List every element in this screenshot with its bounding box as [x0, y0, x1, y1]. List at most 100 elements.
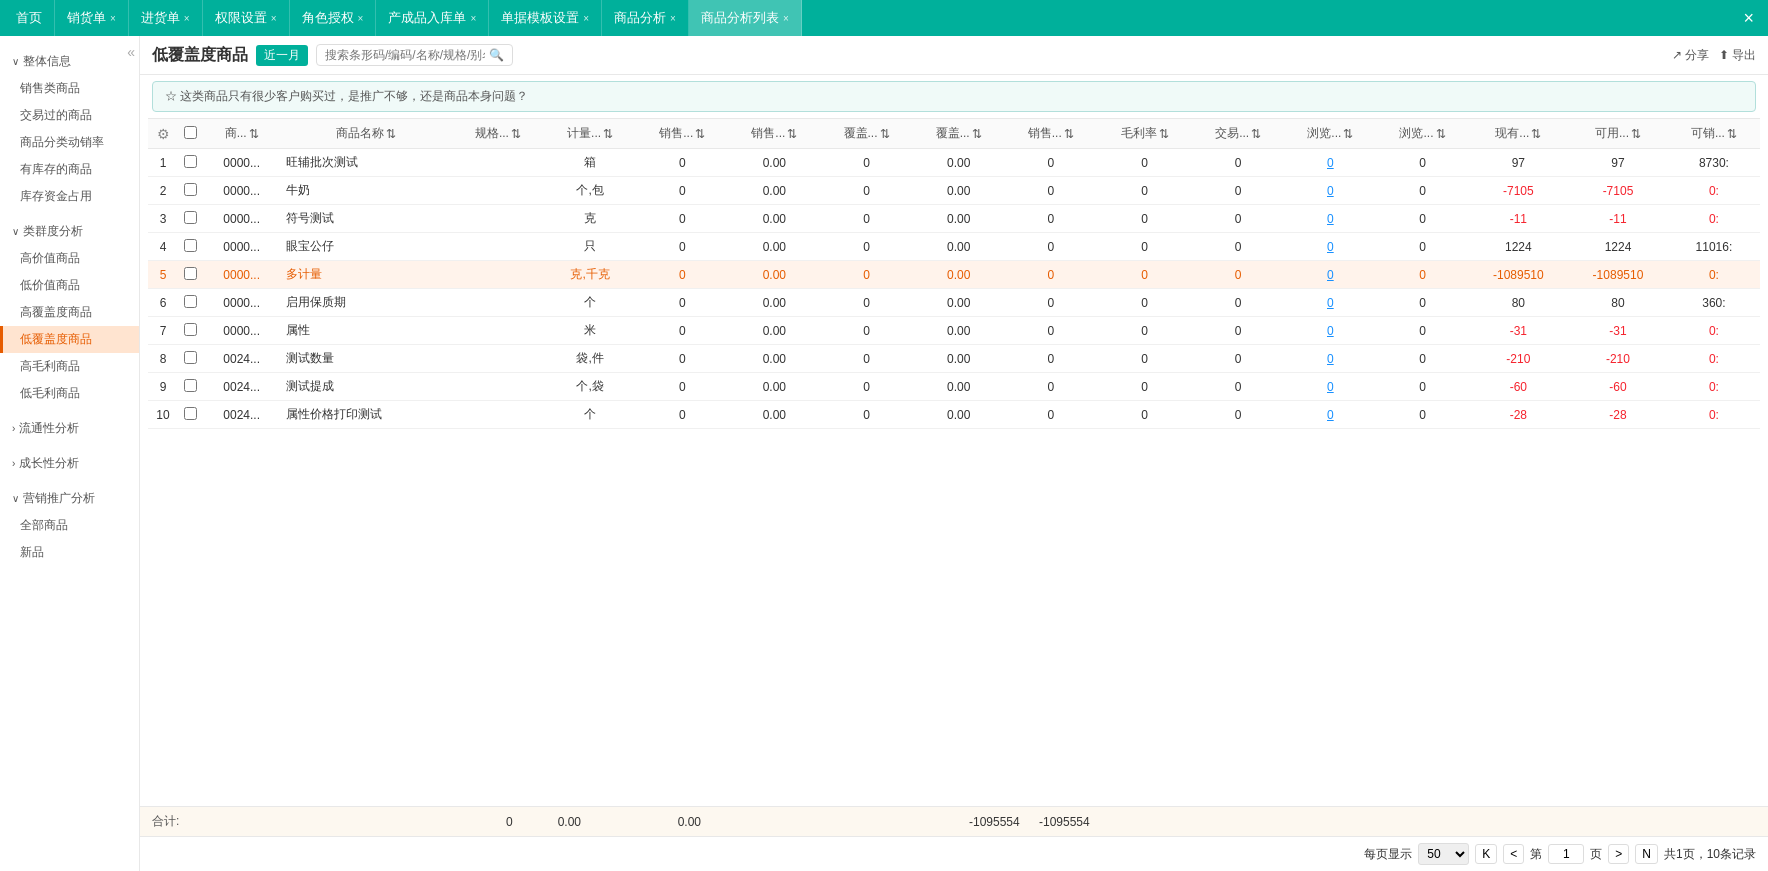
col-saleable[interactable]: 可销... ⇅ — [1668, 119, 1760, 149]
view1-link[interactable]: 0 — [1327, 184, 1334, 198]
sidebar-item-high-coverage[interactable]: 高覆盖度商品 — [0, 299, 139, 326]
sidebar-item-high-profit[interactable]: 高毛利商品 — [0, 353, 139, 380]
close-permission-tab[interactable]: × — [271, 13, 277, 24]
sidebar-item-stocked-goods[interactable]: 有库存的商品 — [0, 156, 139, 183]
cell-view1[interactable]: 0 — [1284, 345, 1376, 373]
nav-tab-sales[interactable]: 销货单 × — [55, 0, 129, 36]
nav-tab-product-in[interactable]: 产成品入库单 × — [376, 0, 489, 36]
sidebar-item-low-value[interactable]: 低价值商品 — [0, 272, 139, 299]
nav-tab-template[interactable]: 单据模板设置 × — [489, 0, 602, 36]
view1-link[interactable]: 0 — [1327, 212, 1334, 226]
nav-tab-role[interactable]: 角色授权 × — [290, 0, 377, 36]
cell-view1[interactable]: 0 — [1284, 149, 1376, 177]
sidebar-item-category-rate[interactable]: 商品分类动销率 — [0, 129, 139, 156]
sidebar-item-traded-goods[interactable]: 交易过的商品 — [0, 102, 139, 129]
search-icon[interactable]: 🔍 — [489, 48, 504, 62]
close-sales-tab[interactable]: × — [110, 13, 116, 24]
cell-view1[interactable]: 0 — [1284, 205, 1376, 233]
close-all-tabs[interactable]: × — [1733, 8, 1764, 29]
row-checkbox[interactable] — [184, 183, 197, 196]
nav-tab-analysis-list[interactable]: 商品分析列表 × — [689, 0, 802, 36]
view1-link[interactable]: 0 — [1327, 240, 1334, 254]
col-unit[interactable]: 计量... ⇅ — [544, 119, 636, 149]
col-settings[interactable]: ⚙ — [148, 119, 178, 149]
cell-saleable: 11016: — [1668, 233, 1760, 261]
export-btn[interactable]: ⬆ 导出 — [1719, 47, 1756, 64]
sidebar-item-low-profit[interactable]: 低毛利商品 — [0, 380, 139, 407]
col-sales-qty[interactable]: 销售... ⇅ — [636, 119, 728, 149]
time-filter-btn[interactable]: 近一月 — [256, 45, 308, 66]
cell-profit-rate: 0 — [1097, 205, 1192, 233]
close-analysis-list-tab[interactable]: × — [783, 13, 789, 24]
cell-view1[interactable]: 0 — [1284, 177, 1376, 205]
sidebar-collapse-btn[interactable]: « — [127, 44, 135, 60]
view1-link[interactable]: 0 — [1327, 324, 1334, 338]
next-page-btn[interactable]: > — [1608, 844, 1629, 864]
col-current[interactable]: 现有... ⇅ — [1469, 119, 1569, 149]
col-view1[interactable]: 浏览... ⇅ — [1284, 119, 1376, 149]
nav-tab-permission[interactable]: 权限设置 × — [203, 0, 290, 36]
nav-tab-product-analysis[interactable]: 商品分析 × — [602, 0, 689, 36]
sidebar-item-sales-goods[interactable]: 销售类商品 — [0, 75, 139, 102]
close-purchase-tab[interactable]: × — [184, 13, 190, 24]
sidebar-item-high-value[interactable]: 高价值商品 — [0, 245, 139, 272]
close-role-tab[interactable]: × — [358, 13, 364, 24]
col-sales-amt[interactable]: 销售... ⇅ — [728, 119, 820, 149]
col-sales3[interactable]: 销售... ⇅ — [1005, 119, 1097, 149]
row-checkbox[interactable] — [184, 239, 197, 252]
row-checkbox[interactable] — [184, 211, 197, 224]
sidebar-item-stock-capital[interactable]: 库存资金占用 — [0, 183, 139, 210]
page-input[interactable] — [1548, 844, 1584, 864]
row-checkbox[interactable] — [184, 323, 197, 336]
row-checkbox[interactable] — [184, 379, 197, 392]
col-profit-rate[interactable]: 毛利率 ⇅ — [1097, 119, 1192, 149]
col-available[interactable]: 可用... ⇅ — [1568, 119, 1668, 149]
cell-view1[interactable]: 0 — [1284, 317, 1376, 345]
col-spec[interactable]: 规格... ⇅ — [452, 119, 544, 149]
row-checkbox[interactable] — [184, 155, 197, 168]
sidebar-section-cluster-title[interactable]: ∨ 类群度分析 — [0, 218, 139, 245]
col-name[interactable]: 商品名称 ⇅ — [280, 119, 452, 149]
view1-link[interactable]: 0 — [1327, 380, 1334, 394]
col-view2[interactable]: 浏览... ⇅ — [1376, 119, 1468, 149]
sort-icon14: ⇅ — [1531, 127, 1541, 141]
view1-link[interactable]: 0 — [1327, 296, 1334, 310]
col-code[interactable]: 商... ⇅ — [203, 119, 280, 149]
cell-view1[interactable]: 0 — [1284, 289, 1376, 317]
sidebar-section-growth-title[interactable]: › 成长性分析 — [0, 450, 139, 477]
row-checkbox[interactable] — [184, 351, 197, 364]
per-page-select[interactable]: 50 20 100 200 — [1418, 843, 1469, 865]
close-product-in-tab[interactable]: × — [470, 13, 476, 24]
close-template-tab[interactable]: × — [583, 13, 589, 24]
last-page-btn[interactable]: N — [1635, 844, 1658, 864]
sidebar-section-circulation-title[interactable]: › 流通性分析 — [0, 415, 139, 442]
sidebar-section-marketing-title[interactable]: ∨ 营销推广分析 — [0, 485, 139, 512]
search-input[interactable] — [325, 48, 485, 62]
cell-view1[interactable]: 0 — [1284, 233, 1376, 261]
close-product-analysis-tab[interactable]: × — [670, 13, 676, 24]
row-checkbox[interactable] — [184, 407, 197, 420]
sidebar-item-new-goods[interactable]: 新品 — [0, 539, 139, 566]
col-trade[interactable]: 交易... ⇅ — [1192, 119, 1284, 149]
share-btn[interactable]: ↗ 分享 — [1672, 47, 1709, 64]
cell-view1[interactable]: 0 — [1284, 401, 1376, 429]
sidebar-item-all-goods[interactable]: 全部商品 — [0, 512, 139, 539]
nav-tab-home[interactable]: 首页 — [4, 0, 55, 36]
row-checkbox[interactable] — [184, 295, 197, 308]
nav-tab-purchase[interactable]: 进货单 × — [129, 0, 203, 36]
col-cover2[interactable]: 覆盖... ⇅ — [913, 119, 1005, 149]
view1-link[interactable]: 0 — [1327, 156, 1334, 170]
settings-icon[interactable]: ⚙ — [157, 126, 170, 142]
view1-link[interactable]: 0 — [1327, 408, 1334, 422]
sidebar-item-low-coverage[interactable]: 低覆盖度商品 — [0, 326, 139, 353]
view1-link[interactable]: 0 — [1327, 268, 1334, 282]
sidebar-section-overall-title[interactable]: ∨ 整体信息 — [0, 48, 139, 75]
cell-view1[interactable]: 0 — [1284, 373, 1376, 401]
view1-link[interactable]: 0 — [1327, 352, 1334, 366]
row-checkbox[interactable] — [184, 267, 197, 280]
first-page-btn[interactable]: K — [1475, 844, 1497, 864]
col-cover1[interactable]: 覆盖... ⇅ — [820, 119, 912, 149]
cell-view1[interactable]: 0 — [1284, 261, 1376, 289]
prev-page-btn[interactable]: < — [1503, 844, 1524, 864]
select-all-checkbox[interactable] — [184, 126, 197, 139]
